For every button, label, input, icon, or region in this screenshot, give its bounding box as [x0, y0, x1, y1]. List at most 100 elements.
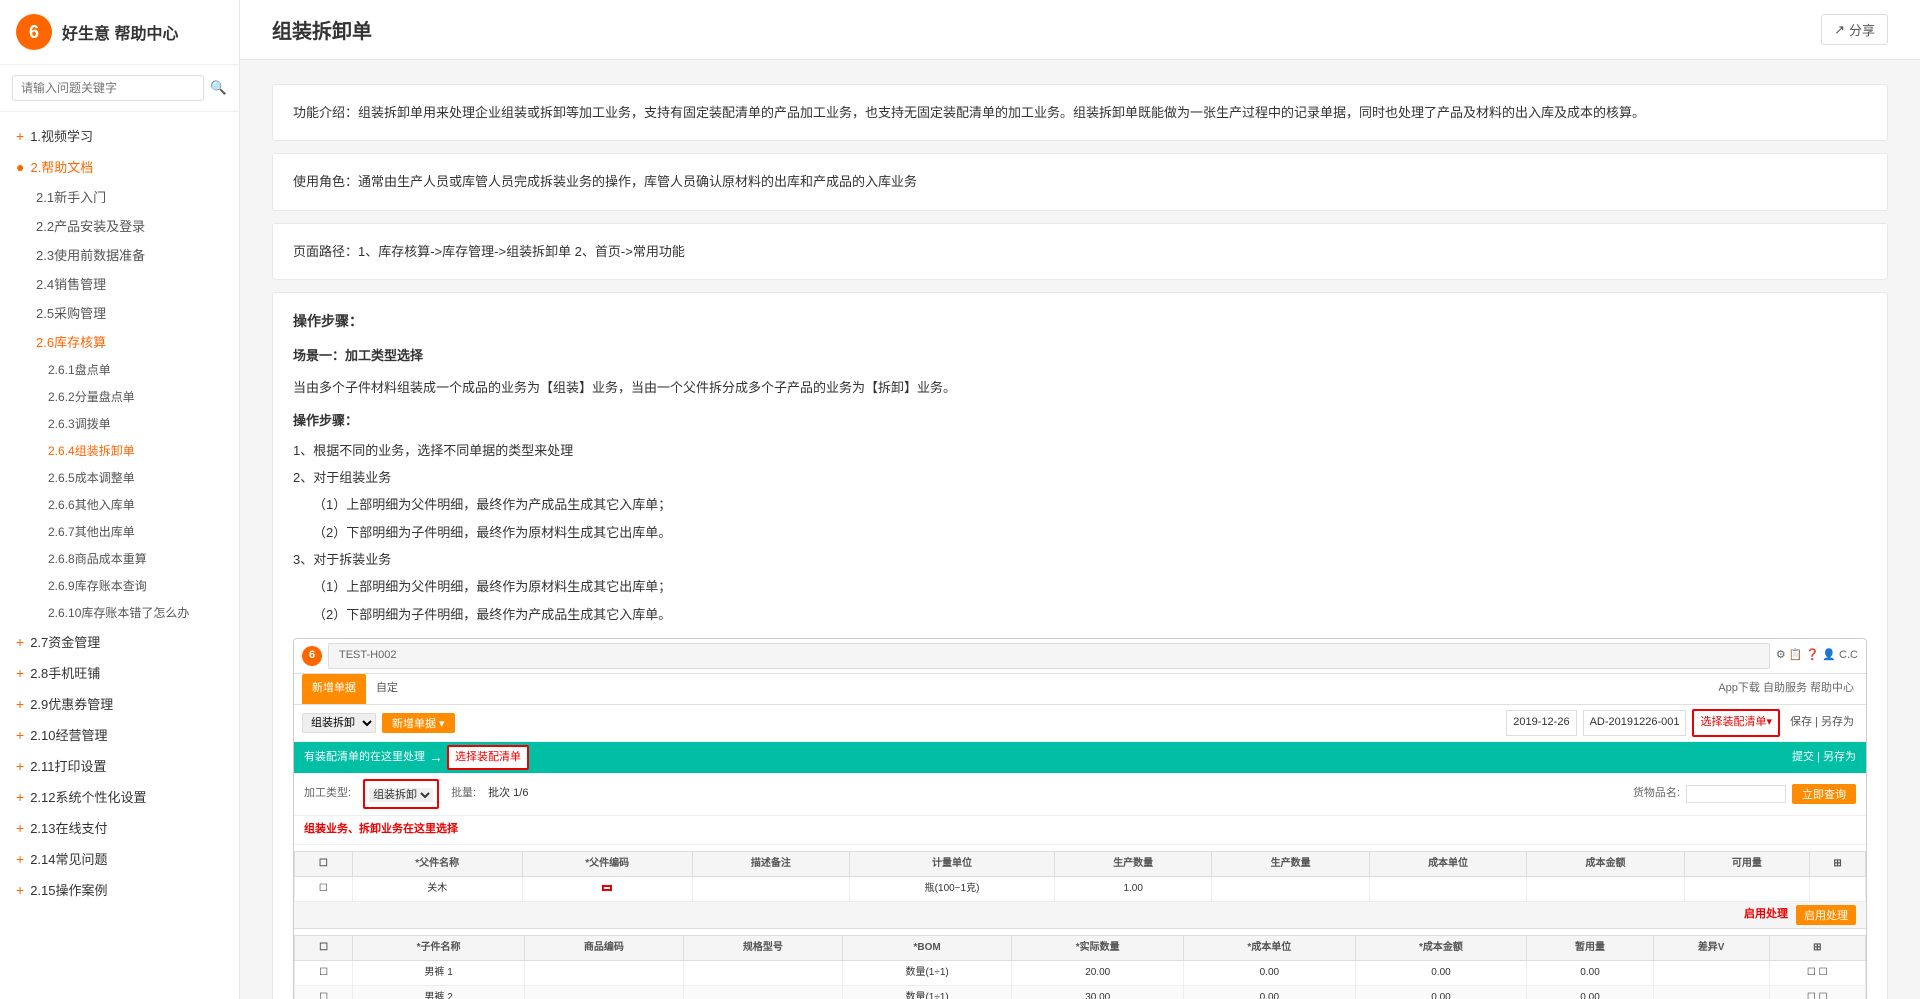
sidebar-item-label: 2.13在线支付	[30, 818, 107, 837]
sidebar: 6 好生意 帮助中心 🔍 + 1.视频学习 ● 2.帮助文档 2.1新手入门 2…	[0, 0, 240, 999]
td-op	[1810, 876, 1866, 901]
sidebar-item-pandian[interactable]: 2.6.1盘点单	[0, 356, 239, 383]
sidebar-header: 6 好生意 帮助中心	[0, 0, 239, 65]
ltd-qty: 20.00	[1012, 960, 1184, 985]
mock-toolbar: 库存核算 组装拆卸 新增单据 ▾ 2019-12-26 AD-20191226-…	[294, 705, 1866, 742]
share-button[interactable]: ↗ 分享	[1821, 14, 1888, 45]
sidebar-item-account-query[interactable]: 2.6.9库存账本查询	[0, 572, 239, 599]
mock-search-btn[interactable]: 立即查询	[1792, 784, 1856, 804]
sidebar-item-newbie[interactable]: 2.1新手入门	[0, 182, 239, 211]
sidebar-item-purchase[interactable]: 2.5采购管理	[0, 298, 239, 327]
lth-diff: 差异V	[1653, 935, 1769, 960]
th-cost-amt: 成本金额	[1527, 851, 1684, 876]
mock-btn-add[interactable]: 新增单据 ▾	[382, 713, 455, 733]
sidebar-item-label: 2.7资金管理	[30, 632, 100, 651]
step2-2: （2）下部明细为子件明细，最终作为原材料生成其它出库单。	[313, 521, 1867, 544]
sidebar-item-faq[interactable]: + 2.14常见问题	[0, 843, 239, 874]
th-action: ⊞	[1810, 851, 1866, 876]
sidebar-item-other-out[interactable]: 2.6.7其他出库单	[0, 518, 239, 545]
role-block: 使用角色：通常由生产人员或库管人员完成拆装业务的操作，库管人员确认原材料的出库和…	[272, 153, 1888, 210]
sidebar-item-docs[interactable]: ● 2.帮助文档	[0, 151, 239, 182]
sidebar-item-install[interactable]: 2.2产品安装及登录	[0, 211, 239, 240]
th-prod-qty: 生产数量	[1054, 851, 1211, 876]
mock-upper-table-wrapper: ☐ *父件名称 *父件编码 描述备注 计量单位 生产数量 生产数量 成本单位 成…	[294, 845, 1866, 902]
path-text: 页面路径：1、库存核算->库存管理->组装拆卸单 2、首页->常用功能	[293, 244, 685, 259]
td-code	[522, 876, 692, 901]
sidebar-item-cases[interactable]: + 2.15操作案例	[0, 874, 239, 905]
step3-2: （2）下部明细为子件明细，最终作为产成品生成其它入库单。	[313, 603, 1867, 626]
search-button[interactable]: 🔍	[210, 80, 227, 96]
mock-btn-select-list[interactable]: 选择装配清单	[447, 745, 529, 771]
mock-nav-app: App下载 自助服务 帮助中心	[1714, 679, 1858, 699]
table-row: ☐ 男裤 1 数量(1÷1) 20.00 0.00 0.00 0.00 ☐	[295, 960, 1866, 985]
table-row: ☐ 关木 瓶(100~1克) 1.00	[295, 876, 1866, 901]
ltd-spec	[683, 985, 842, 999]
sidebar-item-ops[interactable]: + 2.10经营管理	[0, 719, 239, 750]
mock-tab-custom[interactable]: 自定	[366, 674, 408, 704]
mock-form-qty-label: 批量:	[451, 784, 476, 804]
mock-lower-table-wrapper: ☐ *子件名称 商品编码 规格型号 *BOM *实际数量 *成本单位 *成本金额…	[294, 929, 1866, 999]
sidebar-item-coupon[interactable]: + 2.9优惠券管理	[0, 688, 239, 719]
mock-topbar-icons: ⚙ 📋 ❓ 👤 C.C	[1776, 646, 1858, 666]
ltd-diff	[1653, 960, 1769, 985]
sidebar-item-zuzhuang[interactable]: 2.6.4组装拆卸单	[0, 437, 239, 464]
ltd-code	[524, 985, 683, 999]
sidebar-item-data-prep[interactable]: 2.3使用前数据准备	[0, 240, 239, 269]
mock-search-input[interactable]	[1686, 785, 1786, 803]
lth-actual-qty: *实际数量	[1012, 935, 1184, 960]
mock-upper-table: ☐ *父件名称 *父件编码 描述备注 计量单位 生产数量 生产数量 成本单位 成…	[294, 851, 1866, 902]
sidebar-item-other-in[interactable]: 2.6.6其他入库单	[0, 491, 239, 518]
sidebar-item-personalize[interactable]: + 2.12系统个性化设置	[0, 781, 239, 812]
ltd-temp: 0.00	[1527, 985, 1654, 999]
sidebar-item-cost-recalc[interactable]: 2.6.8商品成本重算	[0, 545, 239, 572]
mock-tab-new[interactable]: 新增单据	[302, 674, 366, 704]
th-cost-unit: 成本单位	[1369, 851, 1526, 876]
mock-type-select[interactable]: 库存核算 组装拆卸	[302, 713, 376, 733]
mock-enable-btn[interactable]: 启用处理	[1796, 905, 1856, 925]
ltd-diff	[1653, 985, 1769, 999]
sidebar-item-label: 2.14常见问题	[30, 849, 107, 868]
th-avail: 可用量	[1684, 851, 1809, 876]
sidebar-item-label: 2.12系统个性化设置	[30, 787, 146, 806]
table-row: ☐ 男裤 2 数量(1÷1) 30.00 0.00 0.00 0.00 ☐	[295, 985, 1866, 999]
sidebar-item-label: 2.8手机旺铺	[30, 663, 100, 682]
sidebar-item-cost-adj[interactable]: 2.6.5成本调整单	[0, 464, 239, 491]
step3: 3、对于拆装业务	[293, 548, 1867, 571]
expand-icon: +	[16, 128, 24, 144]
mock-doc-no: AD-20191226-001	[1583, 710, 1687, 736]
td-cunit	[1369, 876, 1526, 901]
mock-annotation2: 组装业务、拆卸业务在这里选择	[294, 816, 1866, 845]
expand-icon: +	[16, 696, 24, 712]
sidebar-item-sales[interactable]: 2.4销售管理	[0, 269, 239, 298]
mock-bar-actions: 提交 | 另存为	[1792, 748, 1856, 768]
sidebar-item-money[interactable]: + 2.7资金管理	[0, 626, 239, 657]
mock-select-template[interactable]: 选择装配清单▾	[1692, 709, 1780, 737]
td-avail	[1684, 876, 1809, 901]
sidebar-item-label: 2.10经营管理	[30, 725, 107, 744]
sidebar-item-payment[interactable]: + 2.13在线支付	[0, 812, 239, 843]
sidebar-item-video[interactable]: + 1.视频学习	[0, 120, 239, 151]
td-name: 关木	[352, 876, 522, 901]
sidebar-item-account-error[interactable]: 2.6.10库存账本错了怎么办	[0, 599, 239, 626]
sidebar-item-mobile[interactable]: + 2.8手机旺铺	[0, 657, 239, 688]
sidebar-item-label: 2.9优惠券管理	[30, 694, 113, 713]
expand-icon: +	[16, 727, 24, 743]
page-title: 组装拆卸单	[272, 15, 372, 44]
intro-block: 功能介绍：组装拆卸单用来处理企业组装或拆卸等加工业务，支持有固定装配清单的产品加…	[272, 84, 1888, 141]
expand-icon: ●	[16, 159, 24, 175]
mock-form-type-select[interactable]: 组装拆卸 拆卸	[369, 788, 433, 802]
ltd-bom: 数量(1÷1)	[842, 960, 1012, 985]
share-label: 分享	[1849, 20, 1875, 39]
step2: 2、对于组装业务	[293, 466, 1867, 489]
sidebar-item-label: 1.视频学习	[30, 126, 93, 145]
sidebar-item-fenpandian[interactable]: 2.6.2分量盘点单	[0, 383, 239, 410]
search-input[interactable]	[12, 75, 204, 101]
mock-enable-row: 启用处理 启用处理	[294, 902, 1866, 929]
expand-icon: +	[16, 665, 24, 681]
sidebar-item-diaobuo[interactable]: 2.6.3调拨单	[0, 410, 239, 437]
sidebar-item-inventory[interactable]: 2.6库存核算	[0, 327, 239, 356]
sidebar-item-print[interactable]: + 2.11打印设置	[0, 750, 239, 781]
th-prod-qty2: 生产数量	[1212, 851, 1369, 876]
ltd-cunit: 0.00	[1184, 985, 1356, 999]
annotation2-text: 组装业务、拆卸业务在这里选择	[304, 823, 458, 835]
